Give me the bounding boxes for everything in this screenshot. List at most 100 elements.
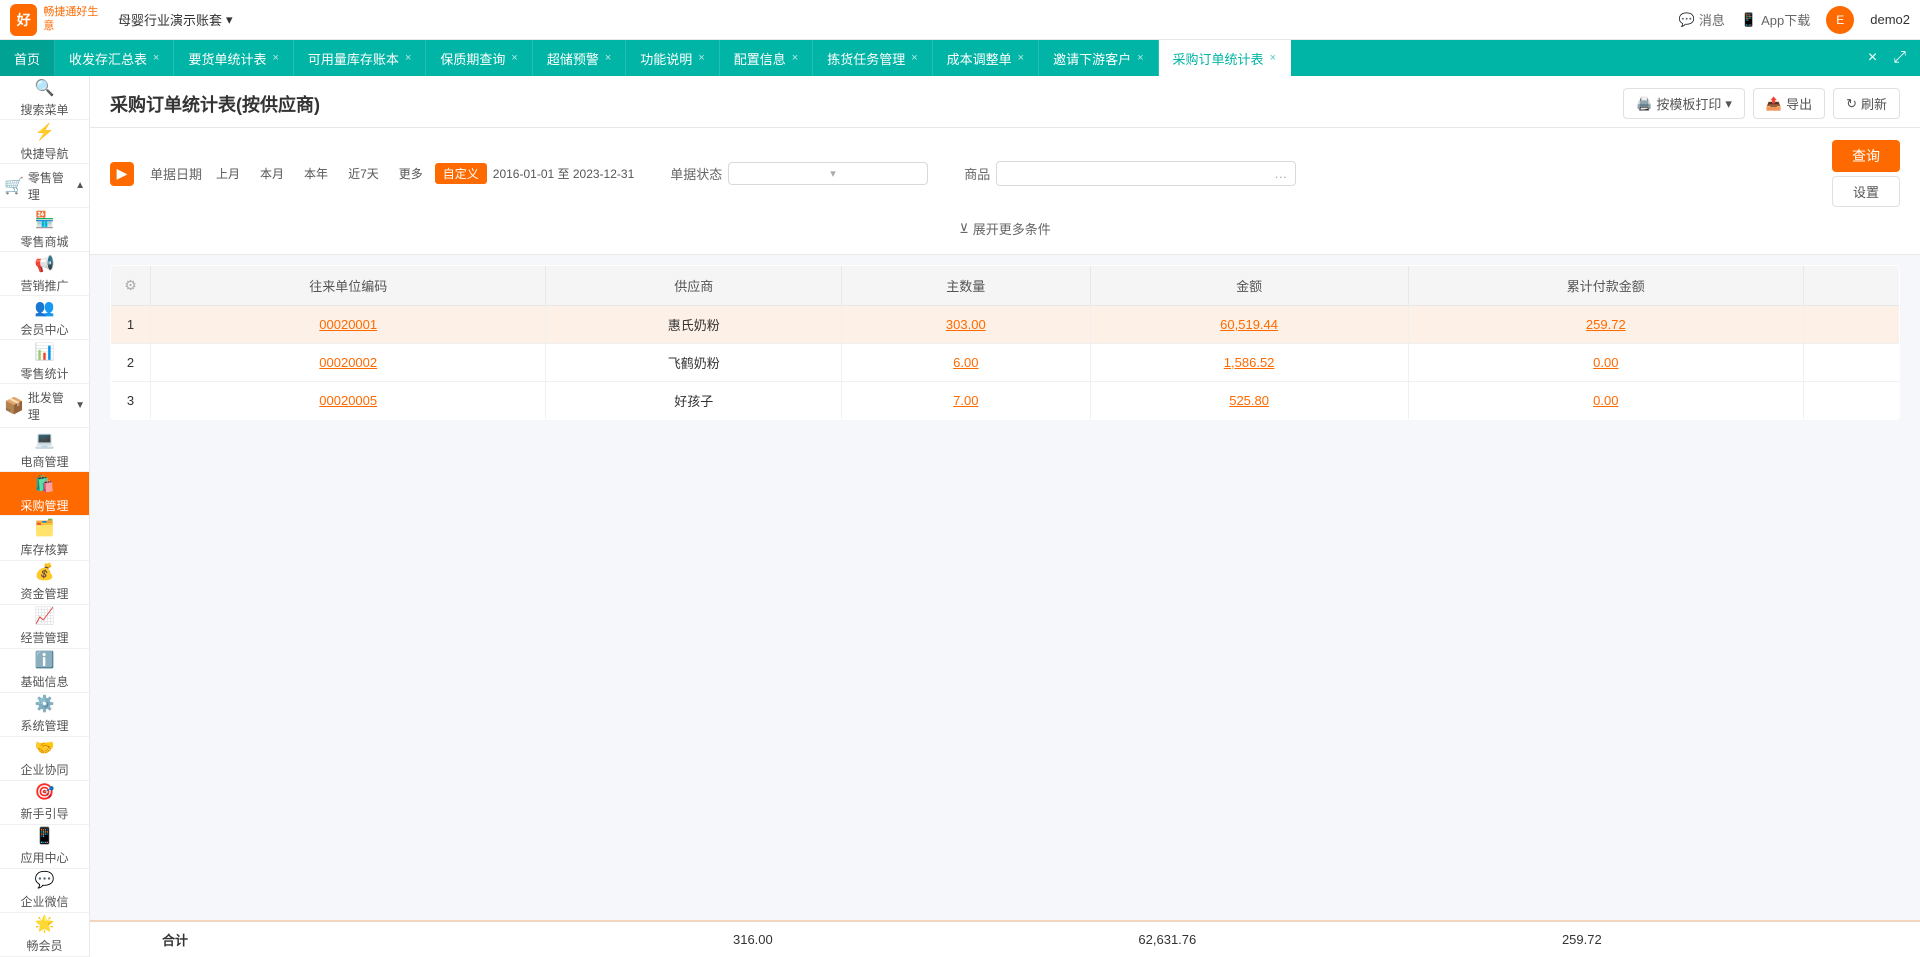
column-settings-icon[interactable]: ⚙ xyxy=(124,277,137,293)
row-amount[interactable]: 60,519.44 xyxy=(1090,306,1408,344)
weixin-icon: 💬 xyxy=(35,870,55,890)
sidebar-item-ecommerce[interactable]: 💻 电商管理 xyxy=(0,428,89,472)
tab-baozhi[interactable]: 保质期查询 × xyxy=(426,40,532,76)
sidebar-item-guide[interactable]: 🎯 新手引导 xyxy=(0,781,89,825)
filter-toggle-button[interactable]: ▶ xyxy=(110,162,134,186)
tab-jianhuo[interactable]: 拣货任务管理 × xyxy=(813,40,932,76)
sidebar-item-basicinfo[interactable]: ℹ️ 基础信息 xyxy=(0,649,89,693)
tab-caigou-active[interactable]: 采购订单统计表 × xyxy=(1159,40,1291,76)
nav-close-icon[interactable]: × xyxy=(1862,47,1883,69)
row-amount[interactable]: 1,586.52 xyxy=(1090,344,1408,382)
sidebar-item-quicknav[interactable]: ⚡ 快捷导航 xyxy=(0,120,89,164)
row-code[interactable]: 00020001 xyxy=(151,306,546,344)
tab-shoufacun[interactable]: 收发存汇总表 × xyxy=(55,40,174,76)
row-qty[interactable]: 6.00 xyxy=(842,344,1091,382)
sidebar-item-collab[interactable]: 🤝 企业协同 xyxy=(0,737,89,781)
sidebar-item-retailshop-label: 零售商城 xyxy=(20,233,68,250)
tab-keyongliang-close-icon[interactable]: × xyxy=(405,52,411,64)
tab-keyongliang[interactable]: 可用量库存账本 × xyxy=(294,40,426,76)
expand-more-button[interactable]: ⊻ 展开更多条件 xyxy=(110,215,1900,242)
main-layout: 🔍 搜索菜单 ⚡ 快捷导航 🛒 零售管理 ▲ 🏪 零售商城 📢 营销推广 👥 会… xyxy=(0,76,1920,957)
quicknav-icon: ⚡ xyxy=(35,122,55,142)
row-code[interactable]: 00020005 xyxy=(151,382,546,420)
retail-icon: 🛒 xyxy=(4,176,24,196)
row-qty[interactable]: 303.00 xyxy=(842,306,1091,344)
sidebar-item-inventory[interactable]: 🗂️ 库存核算 xyxy=(0,516,89,560)
sidebar-item-purchase[interactable]: 🛍️ 采购管理 xyxy=(0,472,89,516)
print-label: 按模板打印 xyxy=(1656,94,1721,113)
sidebar-item-weixin[interactable]: 💬 企业微信 xyxy=(0,869,89,913)
sidebar-item-appcenter[interactable]: 📱 应用中心 xyxy=(0,825,89,869)
shortcut-last-month[interactable]: 上月 xyxy=(208,163,248,184)
tab-shoufacun-close-icon[interactable]: × xyxy=(153,52,159,64)
retailstat-icon: 📊 xyxy=(35,342,55,362)
nav-expand-icon[interactable]: ⤢ xyxy=(1887,47,1912,69)
tab-chaochuyujing-label: 超储预警 xyxy=(547,49,599,68)
sidebar-item-finance[interactable]: 💰 资金管理 xyxy=(0,561,89,605)
sidebar-item-search[interactable]: 🔍 搜索菜单 xyxy=(0,76,89,120)
tab-chengben-close-icon[interactable]: × xyxy=(1018,52,1024,64)
print-button[interactable]: 🖨️ 按模板打印 ▾ xyxy=(1623,88,1745,119)
workspace-selector[interactable]: 母婴行业演示账套 ▾ xyxy=(110,6,241,33)
row-paid[interactable]: 0.00 xyxy=(1408,344,1803,382)
shortcut-this-year[interactable]: 本年 xyxy=(296,163,336,184)
export-button[interactable]: 📤 导出 xyxy=(1753,88,1825,119)
shortcut-7days[interactable]: 近7天 xyxy=(340,163,387,184)
tab-gongneng[interactable]: 功能说明 × xyxy=(626,40,719,76)
row-index: 3 xyxy=(111,382,151,420)
sidebar-item-retail[interactable]: 🛒 零售管理 ▲ xyxy=(0,164,89,208)
sidebar-item-retailstat[interactable]: 📊 零售统计 xyxy=(0,340,89,384)
wholesale-arrow-icon: ▼ xyxy=(75,400,85,411)
th-paid: 累计付款金额 xyxy=(1408,266,1803,306)
tab-yaohuo[interactable]: 要货单统计表 × xyxy=(174,40,293,76)
tab-chaochuyujing-close-icon[interactable]: × xyxy=(605,52,611,64)
sidebar-item-sysadmin[interactable]: ⚙️ 系统管理 xyxy=(0,693,89,737)
row-paid[interactable]: 0.00 xyxy=(1408,382,1803,420)
row-qty[interactable]: 7.00 xyxy=(842,382,1091,420)
sidebar-item-retailshop[interactable]: 🏪 零售商城 xyxy=(0,208,89,252)
refresh-label: 刷新 xyxy=(1861,94,1887,113)
row-code[interactable]: 00020002 xyxy=(151,344,546,382)
tab-chaochuyujing[interactable]: 超储预警 × xyxy=(533,40,626,76)
sidebar-item-marketing[interactable]: 📢 营销推广 xyxy=(0,252,89,296)
tab-peizhi[interactable]: 配置信息 × xyxy=(720,40,813,76)
goods-input[interactable] xyxy=(1005,166,1270,181)
sidebar-item-operations[interactable]: 📈 经营管理 xyxy=(0,605,89,649)
sidebar-item-member[interactable]: 👥 会员中心 xyxy=(0,296,89,340)
tab-peizhi-close-icon[interactable]: × xyxy=(792,52,798,64)
tab-yaoqing[interactable]: 邀请下游客户 × xyxy=(1039,40,1158,76)
user-avatar[interactable]: E xyxy=(1826,6,1854,34)
th-extra xyxy=(1804,266,1900,306)
sidebar-item-member2[interactable]: 🌟 畅会员 xyxy=(0,913,89,957)
tab-chengben[interactable]: 成本调整单 × xyxy=(933,40,1039,76)
row-paid[interactable]: 259.72 xyxy=(1408,306,1803,344)
tab-gongneng-close-icon[interactable]: × xyxy=(698,52,704,64)
sidebar-item-wholesale[interactable]: 📦 批发管理 ▼ xyxy=(0,384,89,428)
tab-home[interactable]: 首页 xyxy=(0,40,55,76)
th-amount: 金额 xyxy=(1090,266,1408,306)
th-qty: 主数量 xyxy=(842,266,1091,306)
settings-button[interactable]: 设置 xyxy=(1832,176,1900,207)
tab-yaohuo-close-icon[interactable]: × xyxy=(272,52,278,64)
status-select[interactable]: ▾ xyxy=(728,162,928,185)
row-amount[interactable]: 525.80 xyxy=(1090,382,1408,420)
message-label: 消息 xyxy=(1699,10,1725,29)
shortcut-more[interactable]: 更多 xyxy=(391,163,431,184)
app-download-action[interactable]: 📱 App下载 xyxy=(1741,10,1810,29)
tab-yaoqing-close-icon[interactable]: × xyxy=(1137,52,1143,64)
query-button[interactable]: 查询 xyxy=(1832,140,1900,172)
shortcut-this-month[interactable]: 本月 xyxy=(252,163,292,184)
tab-baozhi-close-icon[interactable]: × xyxy=(511,52,517,64)
message-icon: 💬 xyxy=(1679,12,1695,28)
custom-date-tag[interactable]: 自定义 xyxy=(435,163,487,184)
purchase-icon: 🛍️ xyxy=(35,474,55,494)
filter-goods-group: 商品 … xyxy=(964,161,1296,186)
message-action[interactable]: 💬 消息 xyxy=(1679,10,1725,29)
tab-jianhuo-close-icon[interactable]: × xyxy=(911,52,917,64)
refresh-button[interactable]: ↻ 刷新 xyxy=(1833,88,1900,119)
tab-caigou-close-icon[interactable]: × xyxy=(1270,52,1276,64)
retail-arrow-icon: ▲ xyxy=(75,180,85,191)
appcenter-icon: 📱 xyxy=(35,826,55,846)
th-supplier: 供应商 xyxy=(546,266,842,306)
goods-more-icon[interactable]: … xyxy=(1274,166,1287,181)
